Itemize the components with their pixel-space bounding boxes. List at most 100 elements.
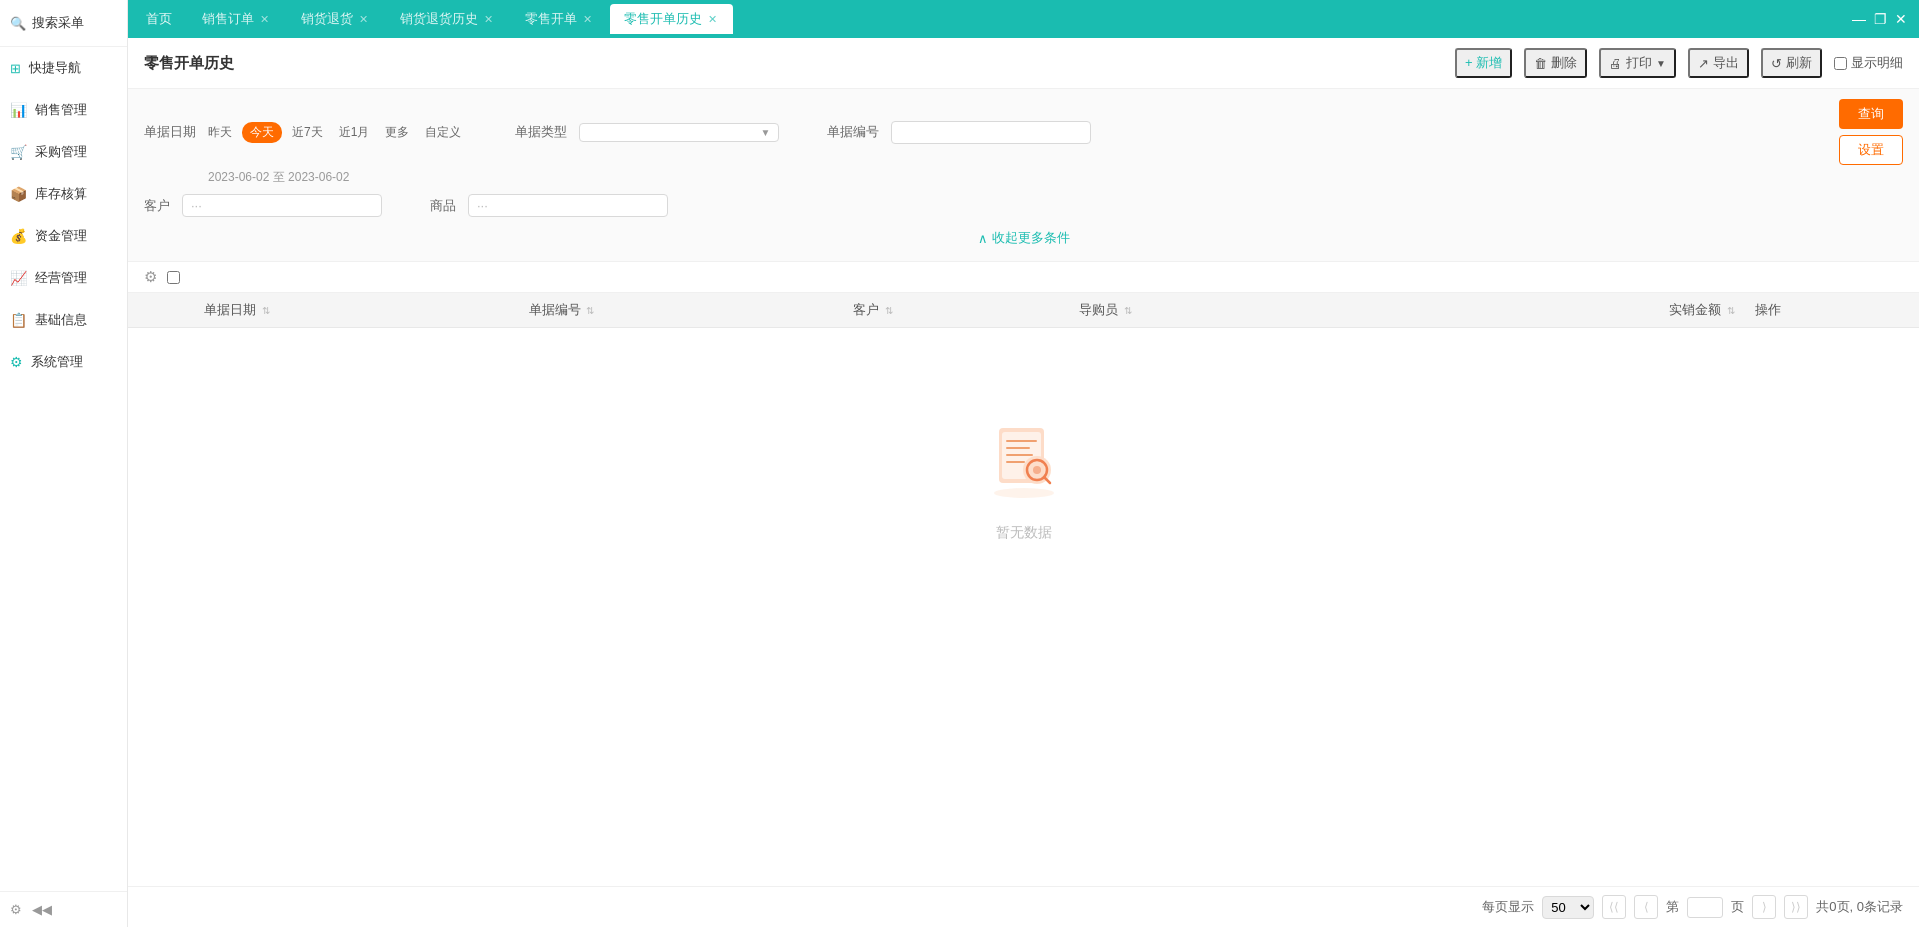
customer-filter: 客户 ··· [144,194,382,217]
th-customer[interactable]: 客户 ⇅ [843,293,1069,328]
yesterday-btn[interactable]: 昨天 [202,122,238,143]
first-page-btn[interactable]: ⟨⟨ [1602,895,1626,919]
print-button[interactable]: 🖨 打印 ▼ [1599,48,1676,78]
sidebar-item-purchase-mgmt[interactable]: 🛒 采购管理 [0,131,127,173]
sidebar-item-sales-mgmt[interactable]: 📊 销售管理 [0,89,127,131]
date-range-row: 2023-06-02 至 2023-06-02 [208,169,1903,186]
th-no[interactable]: 单据编号 ⇅ [519,293,844,328]
sidebar-item-inventory[interactable]: 📦 库存核算 [0,173,127,215]
minimize-icon[interactable]: — [1852,11,1866,27]
pagination: 每页显示 50 100 200 ⟨⟨ ⟨ 第 1 页 ⟩ ⟩⟩ 共0页, 0条记… [128,886,1919,927]
finance-icon: 💰 [10,228,27,244]
delete-button[interactable]: 🗑 删除 [1524,48,1587,78]
empty-state: 暂无数据 [128,328,1919,622]
inventory-icon: 📦 [10,186,27,202]
more-btn[interactable]: 更多 [379,122,415,143]
select-all-checkbox[interactable] [167,271,180,284]
th-settings [128,293,164,328]
tab-sales-return[interactable]: 销货退货 ✕ [287,4,384,34]
print-dropdown-icon: ▼ [1656,58,1666,69]
new-button[interactable]: + 新增 [1455,48,1512,78]
svg-point-10 [1033,466,1041,474]
tab-close-icon[interactable]: ✕ [581,13,594,26]
empty-text: 暂无数据 [996,524,1052,542]
date-range-text: 2023-06-02 至 2023-06-02 [208,170,349,184]
customer-input[interactable]: ··· [182,194,382,217]
gear-settings-icon[interactable]: ⚙ [144,268,157,286]
refresh-button[interactable]: ↺ 刷新 [1761,48,1822,78]
tab-label: 销货退货历史 [400,10,478,28]
tab-sales-order[interactable]: 销售订单 ✕ [188,4,285,34]
sort-icon: ⇅ [586,305,594,316]
sidebar-item-label: 快捷导航 [29,59,81,77]
sidebar-item-quick-nav[interactable]: ⊞ 快捷导航 [0,47,127,89]
th-amount[interactable]: 实销金额 ⇅ [1420,293,1745,328]
filter-row-2: 客户 ··· 商品 ··· [144,194,1903,217]
close-window-icon[interactable]: ✕ [1895,11,1907,27]
sidebar-item-basic-info[interactable]: 📋 基础信息 [0,299,127,341]
tab-close-icon[interactable]: ✕ [706,13,719,26]
tab-retail-open[interactable]: 零售开单 ✕ [511,4,608,34]
search-icon: 🔍 [10,16,26,31]
next-page-btn[interactable]: ⟩ [1752,895,1776,919]
filter-area: 单据日期 昨天 今天 近7天 近1月 更多 自定义 单据类型 ▼ [128,89,1919,262]
sidebar: 🔍 搜索采单 ⊞ 快捷导航 📊 销售管理 🛒 采购管理 📦 库存核算 💰 资金管… [0,0,128,927]
tab-label: 销货退货 [301,10,353,28]
page-size-select[interactable]: 50 100 200 [1542,896,1594,919]
page-input[interactable]: 1 [1687,897,1723,918]
doc-type-label: 单据类型 [515,123,567,141]
th-action: 操作 [1745,293,1919,328]
tab-close-icon[interactable]: ✕ [258,13,271,26]
filter-row-1: 单据日期 昨天 今天 近7天 近1月 更多 自定义 单据类型 ▼ [144,99,1903,165]
tab-close-icon[interactable]: ✕ [357,13,370,26]
sidebar-item-finance[interactable]: 💰 资金管理 [0,215,127,257]
prev-page-btn[interactable]: ⟨ [1634,895,1658,919]
display-detail-label: 显示明细 [1851,54,1903,72]
settings-gear-icon[interactable]: ⚙ [10,902,22,917]
th-date[interactable]: 单据日期 ⇅ [194,293,519,328]
tab-retail-history[interactable]: 零售开单历史 ✕ [610,4,733,34]
collapse-button[interactable]: ∧ 收起更多条件 [978,225,1070,251]
th-salesman[interactable]: 导购员 ⇅ [1069,293,1344,328]
tab-close-icon[interactable]: ✕ [482,13,495,26]
collapse-sidebar-icon[interactable]: ◀◀ [32,902,52,917]
table-toolbar: ⚙ [128,262,1919,293]
last1month-btn[interactable]: 近1月 [333,122,376,143]
filter-settings-button[interactable]: 设置 [1839,135,1903,165]
goods-filter-label: 商品 [430,197,456,215]
sidebar-item-label: 经营管理 [35,269,87,287]
goods-filter: 商品 ··· [430,194,668,217]
tab-home[interactable]: 首页 [132,4,186,34]
tab-bar: 首页 销售订单 ✕ 销货退货 ✕ 销货退货历史 ✕ 零售开单 ✕ 零售开单历史 … [128,0,1919,38]
table-header-row: 单据日期 ⇅ 单据编号 ⇅ 客户 ⇅ 导购员 ⇅ [128,293,1919,328]
page-title: 零售开单历史 [144,54,234,73]
restore-icon[interactable]: ❐ [1874,11,1887,27]
display-detail-checkbox[interactable] [1834,57,1847,70]
sidebar-item-sys-mgmt[interactable]: ⚙ 系统管理 [0,341,127,383]
content-area: 零售开单历史 + 新增 🗑 删除 🖨 打印 ▼ ↗ 导出 ↺ [128,38,1919,927]
doc-no-input[interactable] [891,121,1091,144]
tab-sales-return-history[interactable]: 销货退货历史 ✕ [386,4,509,34]
today-btn[interactable]: 今天 [242,122,282,143]
doc-type-select[interactable]: ▼ [579,123,779,142]
svg-point-0 [994,488,1054,498]
tab-label: 零售开单 [525,10,577,28]
last7days-btn[interactable]: 近7天 [286,122,329,143]
display-detail-toggle[interactable]: 显示明细 [1834,54,1903,72]
sidebar-item-operations[interactable]: 📈 经营管理 [0,257,127,299]
table-body: 暂无数据 [128,328,1919,623]
query-button[interactable]: 查询 [1839,99,1903,129]
empty-row: 暂无数据 [128,328,1919,623]
th-spacer [1344,293,1420,328]
sys-icon: ⚙ [10,354,23,370]
tab-label: 销售订单 [202,10,254,28]
th-checkbox [164,293,194,328]
collapse-row: ∧ 收起更多条件 [144,225,1903,251]
export-button[interactable]: ↗ 导出 [1688,48,1749,78]
sidebar-search[interactable]: 🔍 搜索采单 [0,0,127,47]
page-label-pre: 第 [1666,898,1679,916]
goods-input[interactable]: ··· [468,194,668,217]
custom-btn[interactable]: 自定义 [419,122,467,143]
sidebar-search-label: 搜索采单 [32,14,84,32]
last-page-btn[interactable]: ⟩⟩ [1784,895,1808,919]
